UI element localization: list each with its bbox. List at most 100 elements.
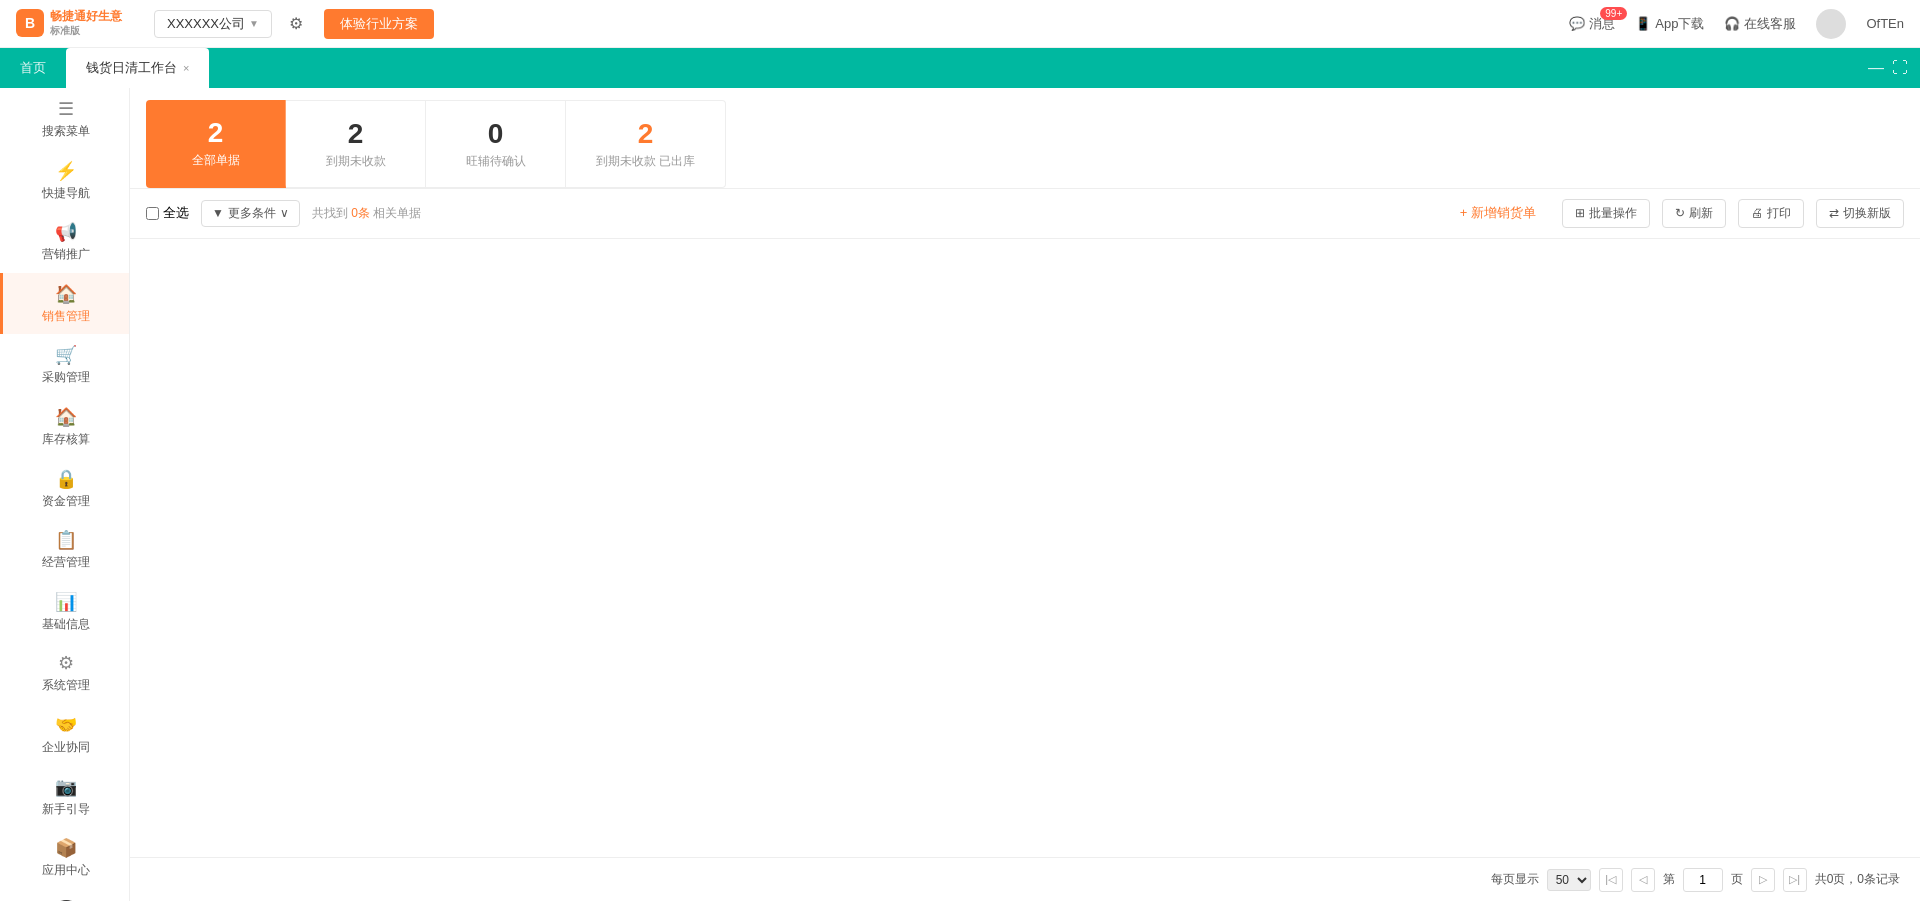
sidebar-item-sales[interactable]: 🏠 销售管理 [0, 273, 129, 335]
message-item[interactable]: 💬 消息 99+ [1569, 15, 1615, 33]
avatar[interactable] [1816, 9, 1846, 39]
sidebar-item-app-center[interactable]: 📦 应用中心 [0, 827, 129, 889]
active-tab-label: 钱货日清工作台 [86, 59, 177, 77]
sidebar: ☰ 搜索菜单 ⚡ 快捷导航 📢 营销推广 🏠 销售管理 🛒 采购管理 🏠 库存核… [0, 88, 130, 901]
system-icon: ⚙ [58, 652, 74, 674]
refresh-button[interactable]: ↻ 刷新 [1662, 199, 1726, 228]
message-icon: 💬 [1569, 16, 1585, 31]
online-service-item[interactable]: 🎧 在线客服 [1724, 15, 1796, 33]
sidebar-label-search-menu: 搜索菜单 [42, 124, 90, 140]
toolbar: 全选 ▼ 更多条件 ∨ 共找到 0条 相关单据 + 新增销货单 [130, 189, 1920, 239]
maximize-icon[interactable]: ⛶ [1892, 59, 1908, 77]
footer-pagination: 每页显示 50 |◁ ◁ 第 页 ▷ ▷| 共0页，0条记录 [130, 857, 1920, 901]
total-info: 共0页，0条记录 [1815, 871, 1900, 888]
active-tab[interactable]: 钱货日清工作台 × [66, 48, 209, 88]
sidebar-item-basic-info[interactable]: 📊 基础信息 [0, 581, 129, 643]
toolbar-left: 全选 ▼ 更多条件 ∨ 共找到 0条 相关单据 [146, 200, 1434, 227]
basic-info-icon: 📊 [55, 591, 77, 613]
page-input[interactable] [1683, 868, 1723, 892]
batch-icon: ⊞ [1575, 206, 1585, 220]
sidebar-label-system: 系统管理 [42, 678, 90, 694]
sidebar-item-quick-nav[interactable]: ⚡ 快捷导航 [0, 150, 129, 212]
sidebar-label-inventory: 库存核算 [42, 432, 90, 448]
print-button[interactable]: 🖨 打印 [1738, 199, 1804, 228]
filter-button[interactable]: ▼ 更多条件 ∨ [201, 200, 300, 227]
content-area: 2 全部单据 2 到期未收款 0 旺辅待确认 2 到期未收款 已出库 [130, 88, 1920, 901]
sidebar-item-wechat[interactable]: 💬 企业微信 [0, 889, 129, 901]
switch-version-button[interactable]: ⇄ 切换新版 [1816, 199, 1904, 228]
app-center-icon: 📦 [55, 837, 77, 859]
inventory-icon: 🏠 [55, 406, 77, 428]
stat-label-pending: 旺辅待确认 [446, 153, 545, 170]
service-icon: 🎧 [1724, 16, 1740, 31]
sidebar-label-finance: 资金管理 [42, 494, 90, 510]
sidebar-item-search-menu[interactable]: ☰ 搜索菜单 [0, 88, 129, 150]
stat-label-all: 全部单据 [166, 152, 265, 169]
purchase-icon: 🛒 [55, 344, 77, 366]
switch-icon: ⇄ [1829, 206, 1839, 220]
per-page-select[interactable]: 50 [1547, 869, 1591, 891]
first-page-button[interactable]: |◁ [1599, 868, 1623, 892]
select-all-checkbox[interactable]: 全选 [146, 204, 189, 222]
stat-number-all: 2 [166, 116, 265, 150]
table-area [130, 239, 1920, 857]
sales-icon: 🏠 [55, 283, 77, 305]
logo-text: 畅捷通好生意 标准版 [50, 9, 122, 37]
stat-card-all[interactable]: 2 全部单据 [146, 100, 286, 188]
print-icon: 🖨 [1751, 206, 1763, 220]
app-download-icon: 📱 [1635, 16, 1651, 31]
sidebar-item-guide[interactable]: 📷 新手引导 [0, 766, 129, 828]
sidebar-item-operation[interactable]: 📋 经营管理 [0, 519, 129, 581]
select-all-input[interactable] [146, 207, 159, 220]
batch-button[interactable]: ⊞ 批量操作 [1562, 199, 1650, 228]
stat-card-out[interactable]: 2 到期未收款 已出库 [566, 100, 726, 188]
operation-icon: 📋 [55, 529, 77, 551]
stats-row: 2 全部单据 2 到期未收款 0 旺辅待确认 2 到期未收款 已出库 [130, 88, 1920, 189]
stat-card-pending[interactable]: 0 旺辅待确认 [426, 100, 566, 188]
settings-button[interactable]: ⚙ [280, 8, 312, 40]
sidebar-item-enterprise[interactable]: 🤝 企业协同 [0, 704, 129, 766]
found-text: 共找到 0条 相关单据 [312, 205, 421, 222]
switch-label: 切换新版 [1843, 205, 1891, 222]
sidebar-item-system[interactable]: ⚙ 系统管理 [0, 642, 129, 704]
logo-icon: B [16, 9, 44, 37]
prev-page-button[interactable]: ◁ [1631, 868, 1655, 892]
main-layout: ☰ 搜索菜单 ⚡ 快捷导航 📢 营销推广 🏠 销售管理 🛒 采购管理 🏠 库存核… [0, 88, 1920, 901]
sidebar-label-operation: 经营管理 [42, 555, 90, 571]
marketing-icon: 📢 [55, 221, 77, 243]
home-tab[interactable]: 首页 [0, 48, 66, 88]
sidebar-label-guide: 新手引导 [42, 802, 90, 818]
company-selector[interactable]: XXXXXX公司 ▼ [154, 10, 272, 38]
sidebar-item-finance[interactable]: 🔒 资金管理 [0, 458, 129, 520]
online-service-label: 在线客服 [1744, 15, 1796, 33]
sidebar-label-app-center: 应用中心 [42, 863, 90, 879]
filter-arrow-icon: ∨ [280, 206, 289, 220]
logo-area: B 畅捷通好生意 标准版 [16, 9, 146, 37]
add-sale-button[interactable]: + 新增销货单 [1446, 199, 1550, 227]
stat-number-out: 2 [586, 117, 705, 151]
user-name[interactable]: OfTEn [1866, 16, 1904, 31]
select-all-label: 全选 [163, 204, 189, 222]
quick-nav-icon: ⚡ [55, 160, 77, 182]
minimize-icon[interactable]: — [1868, 59, 1884, 77]
sidebar-item-purchase[interactable]: 🛒 采购管理 [0, 334, 129, 396]
enterprise-icon: 🤝 [55, 714, 77, 736]
page-label-end: 页 [1731, 871, 1743, 888]
app-download-item[interactable]: 📱 App下载 [1635, 15, 1704, 33]
sidebar-item-inventory[interactable]: 🏠 库存核算 [0, 396, 129, 458]
next-page-button[interactable]: ▷ [1751, 868, 1775, 892]
refresh-icon: ↻ [1675, 206, 1685, 220]
guide-icon: 📷 [55, 776, 77, 798]
tab-bar-right: — ⛶ [1868, 59, 1920, 77]
sidebar-label-enterprise: 企业协同 [42, 740, 90, 756]
trial-button[interactable]: 体验行业方案 [324, 9, 434, 39]
app-download-label: App下载 [1655, 15, 1704, 33]
close-tab-icon[interactable]: × [183, 62, 189, 74]
stat-label-overdue: 到期未收款 [306, 153, 405, 170]
stat-number-overdue: 2 [306, 117, 405, 151]
search-menu-icon: ☰ [58, 98, 74, 120]
last-page-button[interactable]: ▷| [1783, 868, 1807, 892]
sidebar-item-marketing[interactable]: 📢 营销推广 [0, 211, 129, 273]
stat-card-overdue[interactable]: 2 到期未收款 [286, 100, 426, 188]
found-count: 0条 [351, 206, 370, 220]
